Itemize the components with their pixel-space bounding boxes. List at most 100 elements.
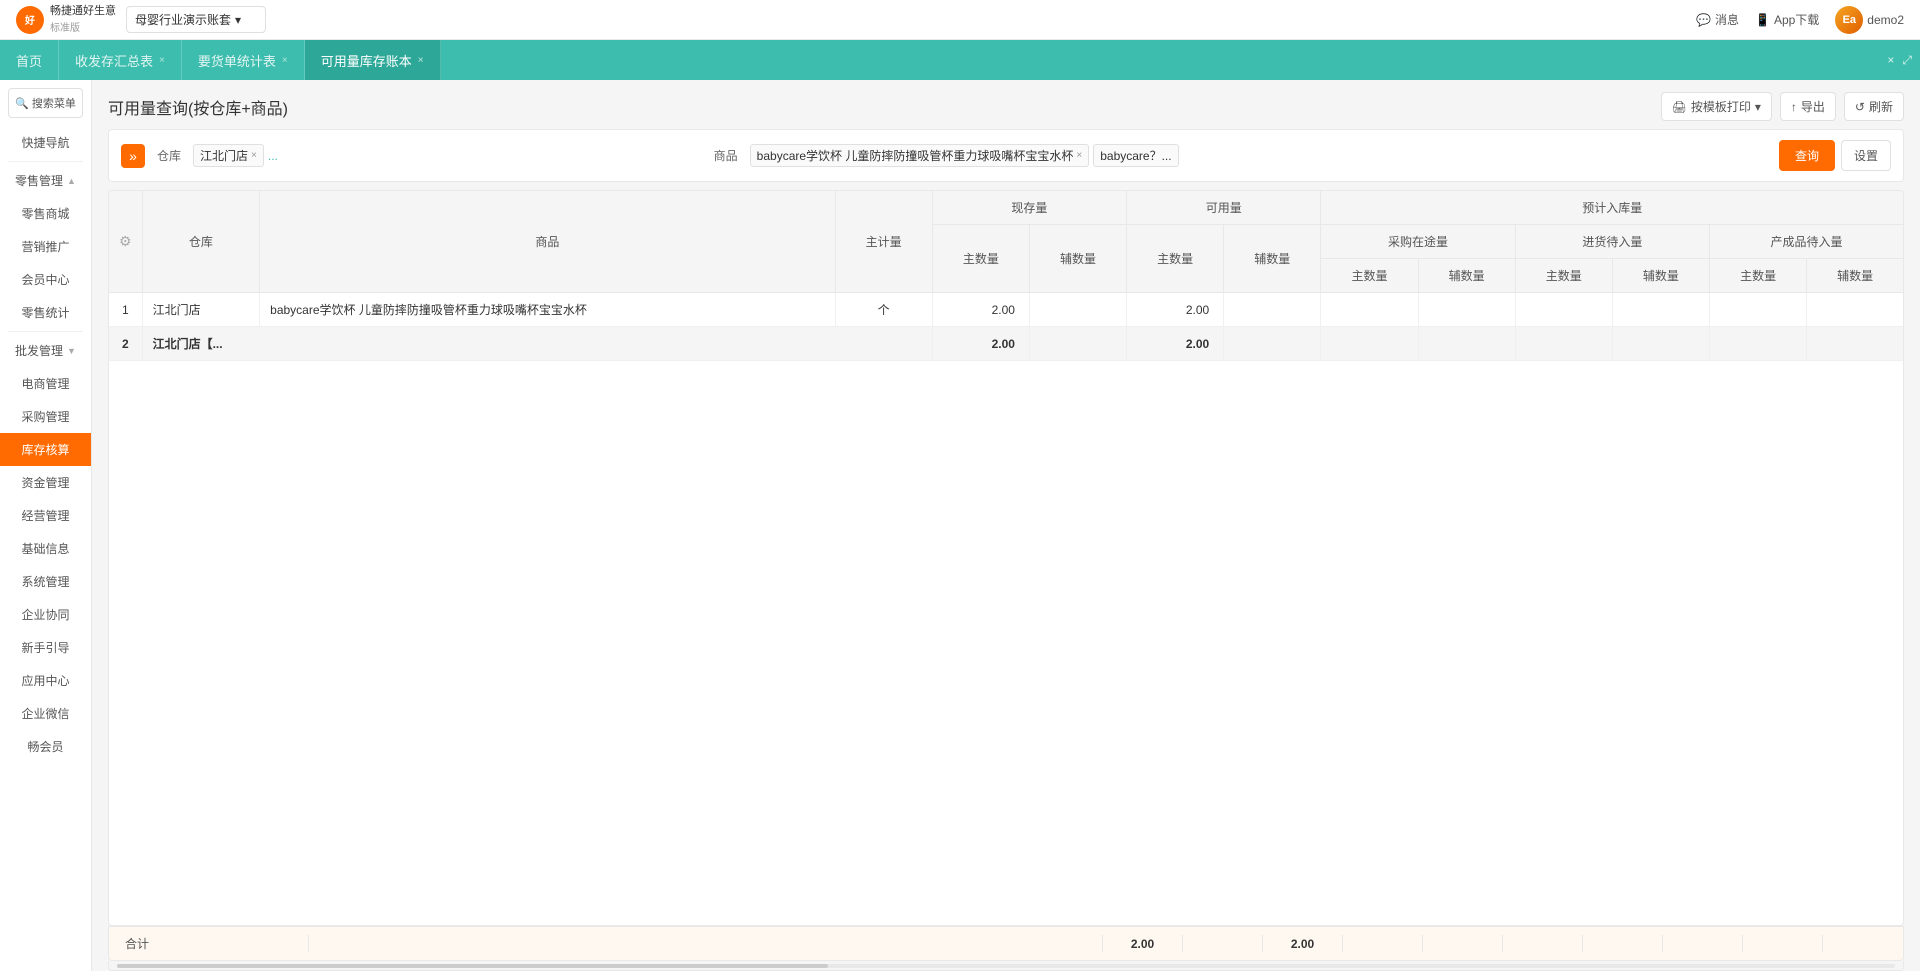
row-1-pra-main (1710, 293, 1807, 327)
sidebar-item-inventory[interactable]: 库存核算 (0, 433, 91, 466)
col-pa-aux-header: 辅数量 (1612, 259, 1709, 293)
refresh-btn[interactable]: ↺ 刷新 (1844, 92, 1904, 121)
sidebar-item-guide-label: 新手引导 (21, 639, 69, 656)
sidebar-item-finance[interactable]: 资金管理 (0, 466, 91, 499)
subtotal-pra-main (1710, 327, 1807, 361)
warehouse-tag-close[interactable]: × (251, 150, 257, 161)
sidebar-item-wechat[interactable]: 企业微信 (0, 697, 91, 730)
query-btn[interactable]: 查询 (1779, 140, 1835, 171)
sidebar-item-enterprise[interactable]: 企业协同 (0, 598, 91, 631)
sidebar-item-vip[interactable]: 畅会员 (0, 730, 91, 763)
tab-order-stats-close[interactable]: × (282, 55, 288, 66)
product-filter-tags: babycare学饮杯 儿童防摔防撞吸管杯重力球吸嘴杯宝宝水杯 × babyca… (750, 144, 1767, 167)
sidebar-item-retail-stats[interactable]: 零售统计 (0, 296, 91, 329)
sidebar-item-inventory-label: 库存核算 (21, 441, 69, 458)
sidebar-item-zero-retail-label: 零售管理 (15, 172, 63, 189)
refresh-icon: ↺ (1855, 100, 1865, 114)
sidebar-item-app-center-label: 应用中心 (21, 672, 69, 689)
divider-2 (8, 331, 83, 332)
footer-pt-aux (1503, 935, 1583, 952)
table-row: 1 江北门店 babycare学饮杯 儿童防摔防撞吸管杯重力球吸嘴杯宝宝水杯 个… (109, 293, 1903, 327)
filter-more-btn[interactable]: ... (268, 149, 278, 163)
tab-receipt-summary-close[interactable]: × (159, 55, 165, 66)
subtotal-pa-aux (1612, 327, 1709, 361)
search-icon: 🔍 (15, 97, 29, 110)
subtotal-stock-aux (1029, 327, 1126, 361)
subtotal-no: 2 (109, 327, 142, 361)
workspace-selector[interactable]: 母婴行业演示账套 ▾ (126, 6, 266, 33)
scrollbar-track[interactable] (117, 964, 1895, 968)
product-tag-1-close[interactable]: × (1076, 150, 1082, 161)
row-1-stock-main: 2.00 (932, 293, 1029, 327)
tab-receipt-summary[interactable]: 收发存汇总表 × (59, 40, 182, 80)
message-btn[interactable]: 💬 消息 (1696, 11, 1739, 28)
tab-home[interactable]: 首页 (0, 40, 59, 80)
filter-bar: » 仓库 江北门店 × ... 商品 babycare学饮杯 儿童防摔防撞吸管杯… (108, 129, 1904, 182)
sidebar-item-retail-mall[interactable]: 零售商城 (0, 197, 91, 230)
sidebar-item-member[interactable]: 会员中心 (0, 263, 91, 296)
tab-order-stats[interactable]: 要货单统计表 × (182, 40, 305, 80)
nav-tabs: 首页 收发存汇总表 × 要货单统计表 × 可用量库存账本 × × ⤢ (0, 40, 1920, 80)
page-title: 可用量查询(按仓库+商品) (108, 95, 288, 119)
col-main-unit-header: 主计量 (835, 191, 932, 293)
template-print-btn[interactable]: 🖨 按模板打印 ▾ (1661, 92, 1772, 121)
sidebar-item-marketing[interactable]: 营销推广 (0, 230, 91, 263)
sidebar-item-purchase[interactable]: 采购管理 (0, 400, 91, 433)
page-header: 可用量查询(按仓库+商品) 🖨 按模板打印 ▾ ↑ 导出 ↺ 刷新 (92, 80, 1920, 129)
chevron-down-icon: ▾ (235, 13, 241, 27)
gear-icon[interactable]: ⚙ (119, 233, 132, 249)
message-label: 消息 (1715, 11, 1739, 28)
message-icon: 💬 (1696, 13, 1711, 27)
footer-stock-main-value: 2.00 (1131, 937, 1154, 951)
app-download-btn[interactable]: 📱 App下载 (1755, 11, 1819, 28)
user-name: demo2 (1867, 13, 1904, 27)
sidebar-item-basics[interactable]: 基础信息 (0, 532, 91, 565)
nav-tab-actions: × ⤢ (1879, 40, 1920, 80)
export-btn[interactable]: ↑ 导出 (1780, 92, 1836, 121)
export-icon: ↑ (1791, 100, 1797, 114)
footer-total-avail-aux (1343, 935, 1423, 952)
expand-icon[interactable]: ⤢ (1902, 53, 1912, 68)
close-all-icon[interactable]: × (1887, 53, 1894, 67)
sidebar-item-operations-label: 经营管理 (21, 507, 69, 524)
tab-available-inventory-close[interactable]: × (418, 55, 424, 66)
export-label: 导出 (1801, 98, 1825, 115)
scrollbar-area (108, 961, 1904, 971)
tab-receipt-summary-label: 收发存汇总表 (75, 51, 153, 70)
sidebar-item-zero-retail[interactable]: 零售管理 (0, 164, 91, 197)
tab-available-inventory[interactable]: 可用量库存账本 × (305, 40, 441, 80)
sidebar-item-system[interactable]: 系统管理 (0, 565, 91, 598)
footer-total-label: 合计 (109, 935, 309, 952)
filter-toggle-btn[interactable]: » (121, 144, 145, 168)
sidebar-item-purchase-label: 采购管理 (21, 408, 69, 425)
search-menu-btn[interactable]: 🔍 搜索菜单 (8, 88, 83, 118)
row-1-pa-aux (1612, 293, 1709, 327)
sidebar-item-ecommerce-label: 电商管理 (21, 375, 69, 392)
sidebar-group-zero-retail: 零售管理 (0, 164, 91, 197)
avatar: Ea (1835, 6, 1863, 34)
page-actions: 🖨 按模板打印 ▾ ↑ 导出 ↺ 刷新 (1661, 92, 1904, 121)
top-bar: 好 畅捷通好生意 标准版 母婴行业演示账套 ▾ 💬 消息 📱 App下载 Ea … (0, 0, 1920, 40)
col-avail-main-header: 主数量 (1127, 225, 1224, 293)
sidebar-item-wechat-label: 企业微信 (21, 705, 69, 722)
sidebar-item-quick-nav[interactable]: 快捷导航 (0, 126, 91, 159)
sidebar-item-guide[interactable]: 新手引导 (0, 631, 91, 664)
tab-available-inventory-label: 可用量库存账本 (321, 51, 412, 70)
sidebar-item-operations[interactable]: 经营管理 (0, 499, 91, 532)
logo-sub: 标准版 (50, 19, 116, 34)
template-print-label: 按模板打印 (1691, 98, 1751, 115)
subtotal-pa-main (1515, 327, 1612, 361)
top-bar-left: 好 畅捷通好生意 标准版 母婴行业演示账套 ▾ (16, 5, 266, 33)
col-pra-aux-header: 辅数量 (1807, 259, 1903, 293)
product-tag-1: babycare学饮杯 儿童防摔防撞吸管杯重力球吸嘴杯宝宝水杯 × (750, 144, 1090, 167)
col-pra-main-header: 主数量 (1710, 259, 1807, 293)
footer-cells: 合计 2.00 2.00 (109, 935, 1903, 952)
setting-btn[interactable]: 设置 (1841, 140, 1891, 171)
phone-icon: 📱 (1755, 13, 1770, 27)
main-layout: 🔍 搜索菜单 快捷导航 零售管理 零售商城 营销推广 会员中心 零售统计 批发管… (0, 80, 1920, 971)
sidebar-item-app-center[interactable]: 应用中心 (0, 664, 91, 697)
sidebar-item-wholesale[interactable]: 批发管理 (0, 334, 91, 367)
sidebar-item-ecommerce[interactable]: 电商管理 (0, 367, 91, 400)
user-profile[interactable]: Ea demo2 (1835, 6, 1904, 34)
app-download-label: App下载 (1774, 11, 1819, 28)
